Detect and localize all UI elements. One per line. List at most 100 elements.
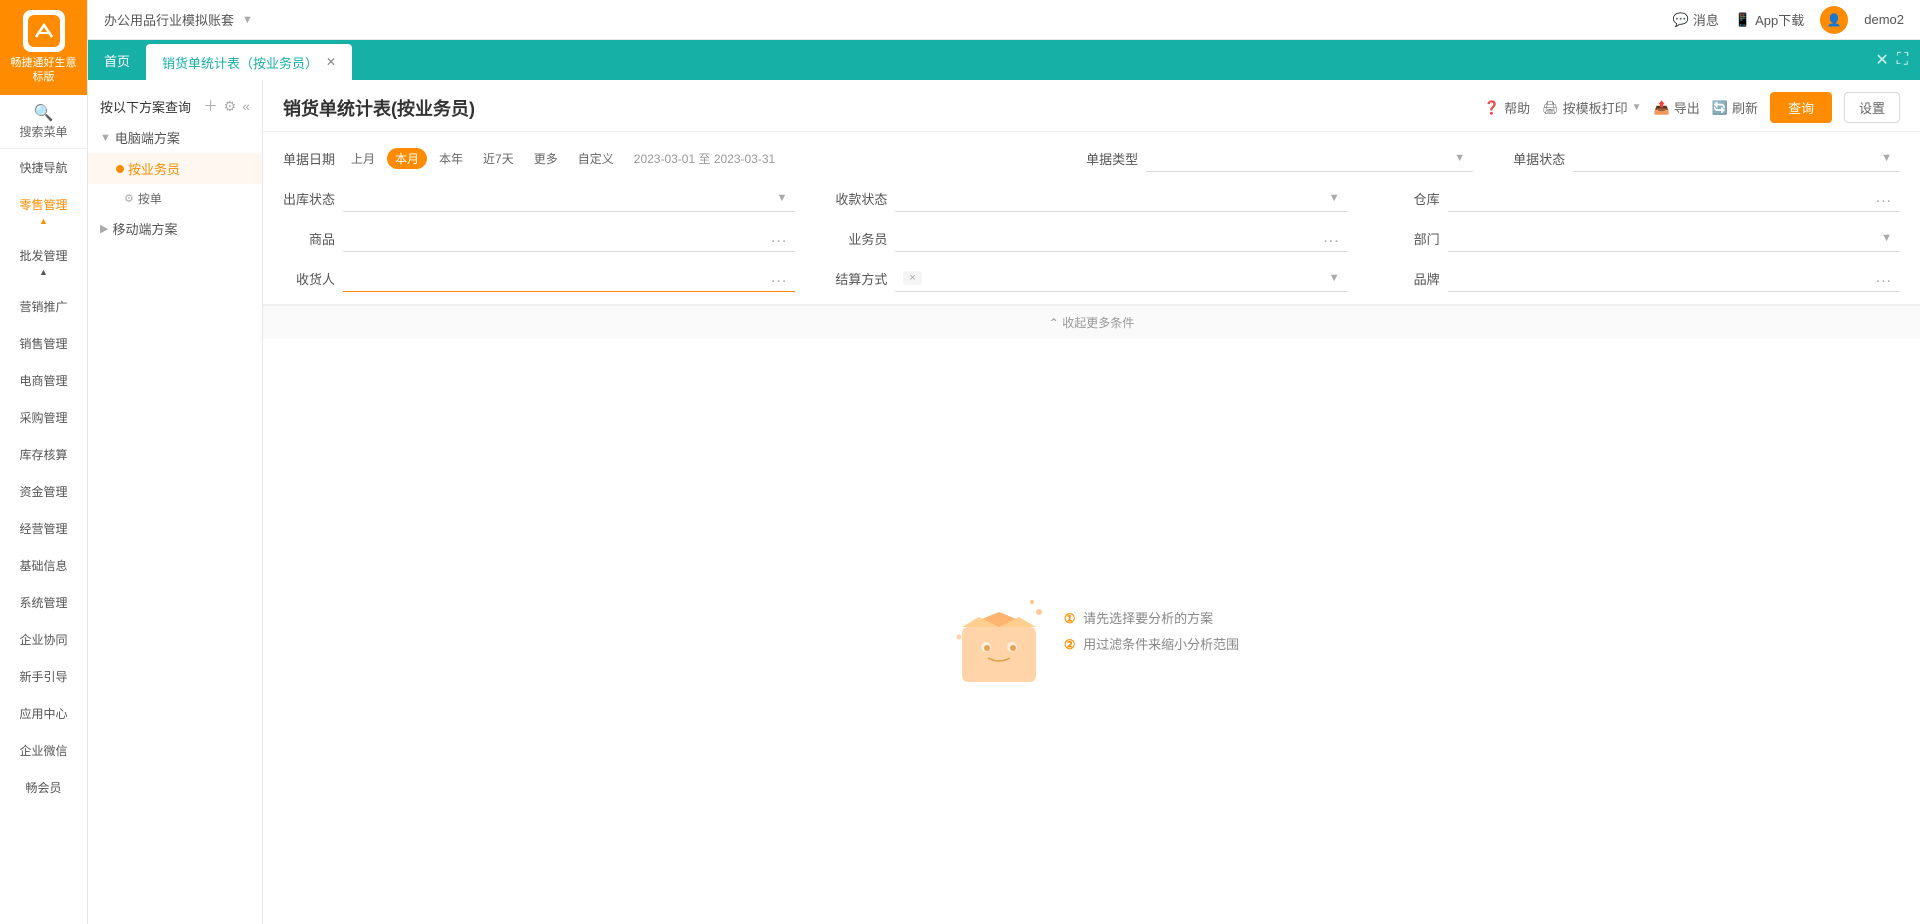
message-button[interactable]: 💬 消息 <box>1673 10 1719 29</box>
username-label[interactable]: demo2 <box>1864 12 1904 27</box>
desktop-section-header[interactable]: ▼ 电脑端方案 <box>88 122 262 153</box>
warehouse-dots[interactable]: ... <box>1876 189 1892 207</box>
department-control[interactable]: ▼ <box>1448 224 1900 252</box>
tab-close-all-icon[interactable]: ✕ <box>1875 50 1888 70</box>
doc-type-control[interactable]: ▼ <box>1146 144 1473 172</box>
sidebar-item-retail[interactable]: 零售管理 ▲ <box>0 186 87 237</box>
app-dropdown-arrow[interactable]: ▼ <box>242 14 253 26</box>
panel-header-icons: ＋ ⚙ « <box>204 96 250 116</box>
settlement-chevron: ▼ <box>1329 272 1340 284</box>
mobile-section-label: 移动端方案 <box>112 219 177 238</box>
more-btn[interactable]: 更多 <box>526 148 566 169</box>
tip-text-1: 请先选择要分析的方案 <box>1083 611 1213 626</box>
out-status-item: 出库状态 ▼ <box>283 184 795 212</box>
sidebar-item-operations[interactable]: 经营管理 <box>0 510 87 547</box>
tab-home[interactable]: 首页 <box>88 40 146 80</box>
by-salesperson-item[interactable]: 按业务员 <box>88 153 262 184</box>
panel-settings-icon[interactable]: ⚙ <box>224 98 237 115</box>
wholesale-arrow: ▲ <box>39 267 48 277</box>
this-year-btn[interactable]: 本年 <box>431 148 471 169</box>
shortcut-label: 快捷导航 <box>4 159 83 176</box>
sidebar-item-newbie[interactable]: 新手引导 <box>0 658 87 695</box>
last-7days-btn[interactable]: 近7天 <box>475 148 522 169</box>
sidebar-item-wechat[interactable]: 企业微信 <box>0 732 87 769</box>
brand-label: 品牌 <box>1388 269 1448 288</box>
out-status-label: 出库状态 <box>283 189 343 208</box>
help-button[interactable]: ❓ 帮助 <box>1484 98 1530 117</box>
custom-btn[interactable]: 自定义 <box>570 148 622 169</box>
payment-status-item: 收款状态 ▼ <box>835 184 1347 212</box>
empty-state: ① 请先选择要分析的方案 ② 用过滤条件来缩小分析范围 <box>263 339 1920 924</box>
query-button[interactable]: 查询 <box>1770 92 1832 123</box>
salesperson-control[interactable]: ... <box>895 224 1347 252</box>
warehouse-label: 仓库 <box>1388 189 1448 208</box>
user-avatar[interactable]: 👤 <box>1820 6 1848 34</box>
tip-num-2: ② <box>1064 637 1076 652</box>
settings-button[interactable]: 设置 <box>1844 92 1900 123</box>
right-panel: 销货单统计表(按业务员) ❓ 帮助 🖨 按模板打印 ▼ 📤 导出 <box>263 80 1920 924</box>
sidebar-item-member[interactable]: 畅会员 <box>0 769 87 806</box>
sidebar-item-purchase[interactable]: 采购管理 <box>0 399 87 436</box>
doc-status-chevron: ▼ <box>1881 152 1892 164</box>
tip-text-2: 用过滤条件来缩小分析范围 <box>1083 637 1239 652</box>
shortcut-nav[interactable]: 快捷导航 <box>0 149 87 186</box>
salesperson-item: 业务员 ... <box>835 224 1347 252</box>
export-button[interactable]: 📤 导出 <box>1654 98 1700 117</box>
product-control[interactable]: ... <box>343 224 795 252</box>
recipient-dots[interactable]: ... <box>771 269 787 287</box>
refresh-button[interactable]: 🔄 刷新 <box>1712 98 1758 117</box>
doc-status-label: 单据状态 <box>1513 149 1573 168</box>
salesperson-label: 业务员 <box>835 229 895 248</box>
sales-label: 销售管理 <box>4 335 83 352</box>
filter-row-3: 商品 ... 业务员 ... <box>283 224 1900 252</box>
logo-icon <box>23 10 65 52</box>
settlement-item: 结算方式 × ▼ <box>835 264 1347 292</box>
sidebar-item-apps[interactable]: 应用中心 <box>0 695 87 732</box>
home-tab-label: 首页 <box>104 51 130 70</box>
out-status-control[interactable]: ▼ <box>343 184 795 212</box>
department-item: 部门 ▼ <box>1388 224 1900 252</box>
retail-arrow: ▲ <box>39 216 48 226</box>
by-order-item[interactable]: ⚙ 按单 <box>88 184 262 213</box>
mobile-section-header[interactable]: ▶ 移动端方案 <box>88 213 262 244</box>
app-download-button[interactable]: 📱 App下载 <box>1735 10 1804 29</box>
tip-num-1: ① <box>1064 611 1076 626</box>
warehouse-control[interactable]: ... <box>1448 184 1900 212</box>
tab-expand-icon[interactable]: ⛶ <box>1897 51 1908 69</box>
brand-dots[interactable]: ... <box>1876 269 1892 287</box>
inventory-label: 库存核算 <box>4 446 83 463</box>
filter-row-2: 出库状态 ▼ 收款状态 ▼ <box>283 184 1900 212</box>
sidebar-item-enterprise[interactable]: 企业协同 <box>0 621 87 658</box>
sidebar-item-inventory[interactable]: 库存核算 <box>0 436 87 473</box>
print-button[interactable]: 🖨 按模板打印 ▼ <box>1542 98 1641 117</box>
sidebar-item-sales[interactable]: 销售管理 <box>0 325 87 362</box>
sidebar-item-wholesale[interactable]: 批发管理 ▲ <box>0 237 87 288</box>
basic-label: 基础信息 <box>4 557 83 574</box>
salesperson-dots[interactable]: ... <box>1323 229 1339 247</box>
settlement-tag-close[interactable]: × <box>909 272 915 284</box>
desktop-arrow: ▼ <box>100 132 111 144</box>
panel-collapse-icon[interactable]: « <box>242 98 250 114</box>
sidebar-search[interactable]: 🔍 搜索菜单 <box>0 95 87 149</box>
recipient-control[interactable]: ... <box>343 264 795 292</box>
panel-add-icon[interactable]: ＋ <box>204 96 218 116</box>
last-month-btn[interactable]: 上月 <box>343 148 383 169</box>
product-dots[interactable]: ... <box>771 229 787 247</box>
order-icon: ⚙ <box>124 192 134 205</box>
settlement-control[interactable]: × ▼ <box>895 264 1347 292</box>
sidebar-item-basic[interactable]: 基础信息 <box>0 547 87 584</box>
sidebar-item-ecommerce[interactable]: 电商管理 <box>0 362 87 399</box>
payment-status-control[interactable]: ▼ <box>895 184 1347 212</box>
collapse-bar[interactable]: ⌃ 收起更多条件 <box>263 305 1920 339</box>
sidebar-item-system[interactable]: 系统管理 <box>0 584 87 621</box>
tab-sales-stat[interactable]: 销货单统计表（按业务员） ✕ <box>146 44 352 80</box>
page-actions: ❓ 帮助 🖨 按模板打印 ▼ 📤 导出 🔄 刷新 <box>1484 92 1900 123</box>
sidebar-item-finance[interactable]: 资金管理 <box>0 473 87 510</box>
sidebar-item-marketing[interactable]: 营销推广 <box>0 288 87 325</box>
tab-close-icon[interactable]: ✕ <box>326 55 336 69</box>
brand-control[interactable]: ... <box>1448 264 1900 292</box>
this-month-btn[interactable]: 本月 <box>387 148 427 169</box>
operations-label: 经营管理 <box>4 520 83 537</box>
active-dot <box>116 165 124 173</box>
doc-status-control[interactable]: ▼ <box>1573 144 1900 172</box>
